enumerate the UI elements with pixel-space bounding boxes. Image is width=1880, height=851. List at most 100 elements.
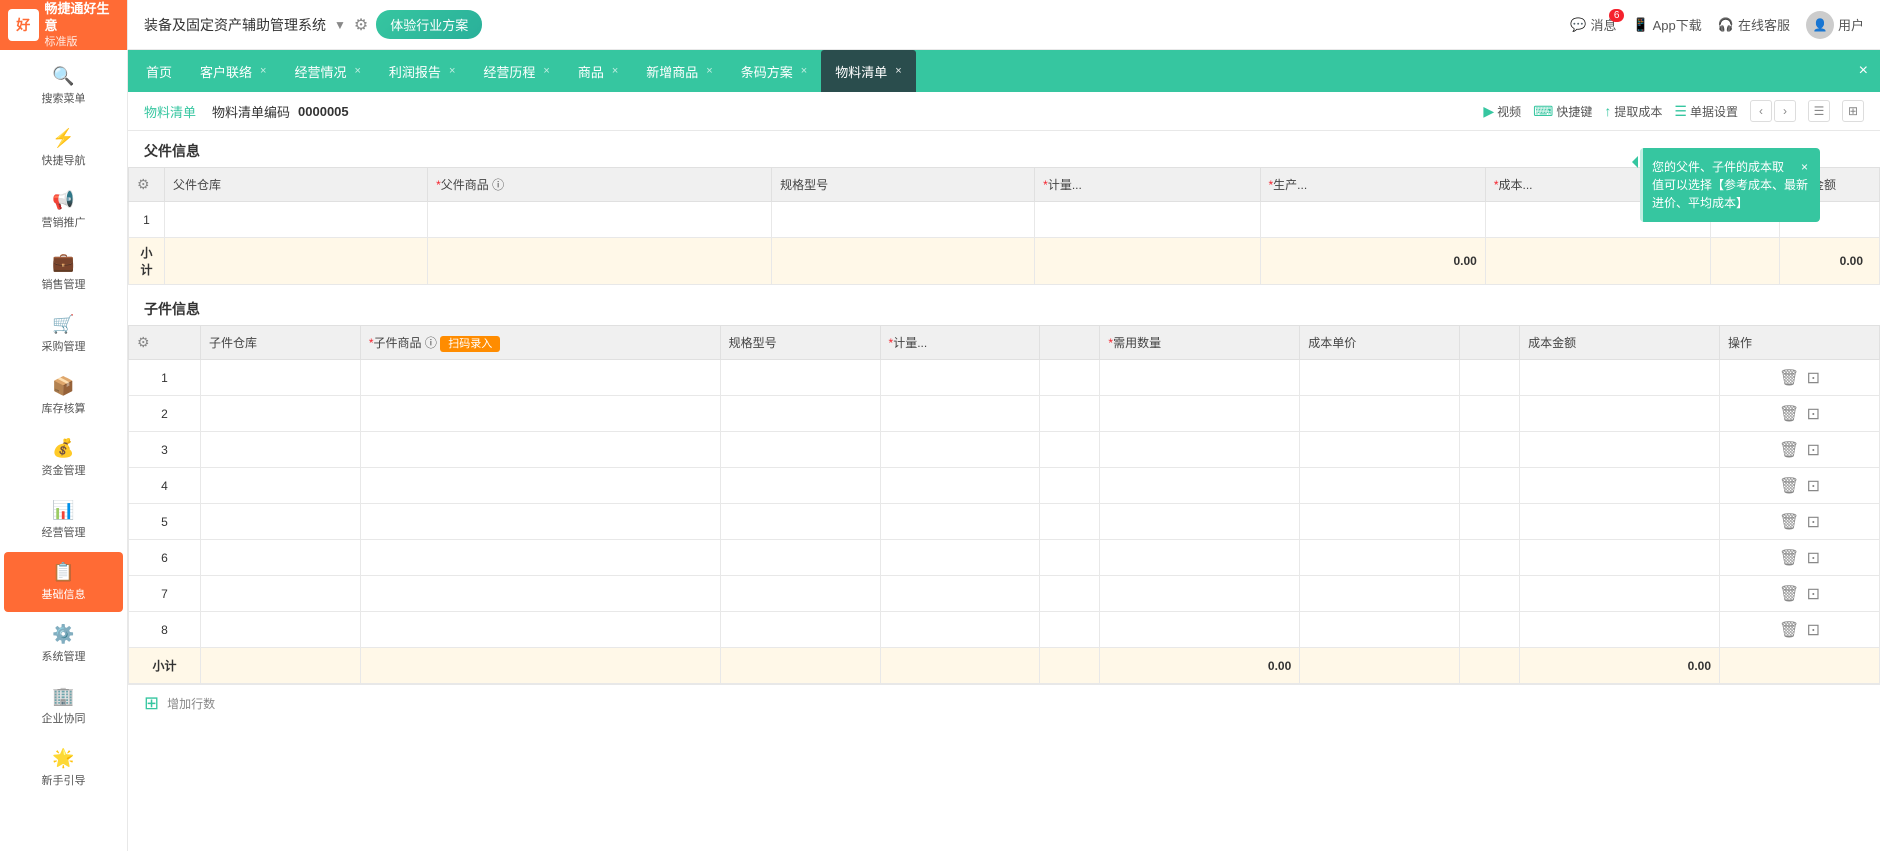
tab-customer-close[interactable]: ×: [260, 65, 266, 77]
child-unit-cost-5[interactable]: [1300, 504, 1460, 540]
child-measure-7[interactable]: [880, 576, 1040, 612]
next-arrow[interactable]: ›: [1774, 100, 1796, 122]
copy-row-7-icon[interactable]: ⊡: [1807, 586, 1820, 603]
child-measure-8[interactable]: [880, 612, 1040, 648]
copy-row-5-icon[interactable]: ⊡: [1807, 514, 1820, 531]
child-measure-2[interactable]: [880, 396, 1040, 432]
parent-spec-cell[interactable]: [772, 202, 1035, 238]
user-avatar[interactable]: 👤 用户: [1806, 11, 1864, 39]
child-qty-6[interactable]: [1100, 540, 1300, 576]
child-spec-5[interactable]: [720, 504, 880, 540]
breadcrumb-parent[interactable]: 物料清单: [144, 102, 196, 121]
child-goods-5[interactable]: [360, 504, 720, 540]
sidebar-item-system[interactable]: ⚙️ 系统管理: [4, 614, 123, 674]
child-qty-3[interactable]: [1100, 432, 1300, 468]
child-measure-4[interactable]: [880, 468, 1040, 504]
sidebar-item-basic-info[interactable]: 📋 基础信息: [4, 552, 123, 612]
sidebar-item-search[interactable]: 🔍 搜索菜单: [4, 56, 123, 116]
child-unit-cost-8[interactable]: [1300, 612, 1460, 648]
child-warehouse-1[interactable]: [200, 360, 360, 396]
grid-expand-button[interactable]: ⊞: [1842, 100, 1864, 122]
child-qty-1[interactable]: [1100, 360, 1300, 396]
view-video-button[interactable]: ▶ 视频: [1483, 103, 1521, 120]
child-measure-6[interactable]: [880, 540, 1040, 576]
close-all-tabs[interactable]: ×: [1851, 54, 1876, 88]
sidebar-item-inventory[interactable]: 📦 库存核算: [4, 366, 123, 426]
experience-button[interactable]: 体验行业方案: [376, 10, 482, 39]
tab-operations[interactable]: 经营情况 ×: [280, 50, 374, 92]
copy-row-6-icon[interactable]: ⊡: [1807, 550, 1820, 567]
tab-customer[interactable]: 客户联络 ×: [186, 50, 280, 92]
child-spec-2[interactable]: [720, 396, 880, 432]
child-warehouse-2[interactable]: [200, 396, 360, 432]
child-warehouse-3[interactable]: [200, 432, 360, 468]
child-spec-7[interactable]: [720, 576, 880, 612]
parent-goods-cell[interactable]: [428, 202, 772, 238]
sidebar-item-enterprise[interactable]: 🏢 企业协同: [4, 676, 123, 736]
tab-profit[interactable]: 利润报告 ×: [375, 50, 469, 92]
copy-row-4-icon[interactable]: ⊡: [1807, 478, 1820, 495]
child-goods-7[interactable]: [360, 576, 720, 612]
delete-row-6-icon[interactable]: 🗑: [1779, 550, 1799, 567]
child-warehouse-4[interactable]: [200, 468, 360, 504]
delete-row-4-icon[interactable]: 🗑: [1779, 478, 1799, 495]
add-row-icon[interactable]: ⊞: [144, 693, 159, 714]
sidebar-item-sales[interactable]: 💼 销售管理: [4, 242, 123, 302]
sidebar-item-quick-nav[interactable]: ⚡ 快捷导航: [4, 118, 123, 178]
list-view-button[interactable]: ☰: [1808, 100, 1830, 122]
tab-history-close[interactable]: ×: [543, 65, 549, 77]
child-spec-4[interactable]: [720, 468, 880, 504]
child-goods-4[interactable]: [360, 468, 720, 504]
parent-settings-icon[interactable]: ⚙: [137, 176, 150, 192]
online-service-button[interactable]: 🎧 在线客服: [1718, 15, 1790, 34]
copy-row-8-icon[interactable]: ⊡: [1807, 622, 1820, 639]
prev-arrow[interactable]: ‹: [1750, 100, 1772, 122]
child-warehouse-5[interactable]: [200, 504, 360, 540]
tab-goods[interactable]: 商品 ×: [564, 50, 632, 92]
sidebar-item-guide[interactable]: 🌟 新手引导: [4, 738, 123, 798]
child-settings-icon[interactable]: ⚙: [137, 334, 150, 350]
delete-row-7-icon[interactable]: 🗑: [1779, 586, 1799, 603]
delete-row-5-icon[interactable]: 🗑: [1779, 514, 1799, 531]
scan-input-button[interactable]: 扫码录入: [440, 336, 500, 352]
shortcut-button[interactable]: ⌨ 快捷键: [1533, 103, 1592, 120]
child-warehouse-8[interactable]: [200, 612, 360, 648]
child-goods-6[interactable]: [360, 540, 720, 576]
tab-home[interactable]: 首页: [132, 50, 186, 92]
tab-goods-close[interactable]: ×: [612, 65, 618, 77]
child-goods-1[interactable]: [360, 360, 720, 396]
delete-row-1-icon[interactable]: 🗑: [1779, 370, 1799, 387]
tab-bom[interactable]: 物料清单 ×: [821, 50, 915, 92]
settings-gear-icon[interactable]: ⚙: [354, 15, 368, 35]
copy-row-3-icon[interactable]: ⊡: [1807, 442, 1820, 459]
tab-add-goods-close[interactable]: ×: [706, 65, 712, 77]
child-measure-3[interactable]: [880, 432, 1040, 468]
add-row-label[interactable]: 增加行数: [167, 695, 215, 712]
parent-production-cell[interactable]: [1260, 202, 1485, 238]
extract-cost-button[interactable]: ↑ 提取成本: [1604, 103, 1662, 120]
child-unit-cost-3[interactable]: [1300, 432, 1460, 468]
child-qty-7[interactable]: [1100, 576, 1300, 612]
tab-bom-close[interactable]: ×: [895, 65, 901, 77]
child-unit-cost-6[interactable]: [1300, 540, 1460, 576]
system-dropdown-arrow[interactable]: ▼: [334, 18, 346, 32]
child-spec-1[interactable]: [720, 360, 880, 396]
child-qty-2[interactable]: [1100, 396, 1300, 432]
child-warehouse-7[interactable]: [200, 576, 360, 612]
messages-button[interactable]: 💬 消息 6: [1570, 15, 1616, 34]
child-unit-cost-7[interactable]: [1300, 576, 1460, 612]
child-spec-6[interactable]: [720, 540, 880, 576]
child-measure-1[interactable]: [880, 360, 1040, 396]
child-unit-cost-1[interactable]: [1300, 360, 1460, 396]
tab-barcode[interactable]: 条码方案 ×: [727, 50, 821, 92]
tab-history[interactable]: 经营历程 ×: [469, 50, 563, 92]
sidebar-item-marketing[interactable]: 📢 营销推广: [4, 180, 123, 240]
copy-row-2-icon[interactable]: ⊡: [1807, 406, 1820, 423]
sidebar-item-purchase[interactable]: 🛒 采购管理: [4, 304, 123, 364]
parent-measure-cell[interactable]: [1035, 202, 1260, 238]
delete-row-2-icon[interactable]: 🗑: [1779, 406, 1799, 423]
sidebar-item-finance[interactable]: 💰 资金管理: [4, 428, 123, 488]
delete-row-8-icon[interactable]: 🗑: [1779, 622, 1799, 639]
parent-warehouse-cell[interactable]: [165, 202, 428, 238]
child-warehouse-6[interactable]: [200, 540, 360, 576]
